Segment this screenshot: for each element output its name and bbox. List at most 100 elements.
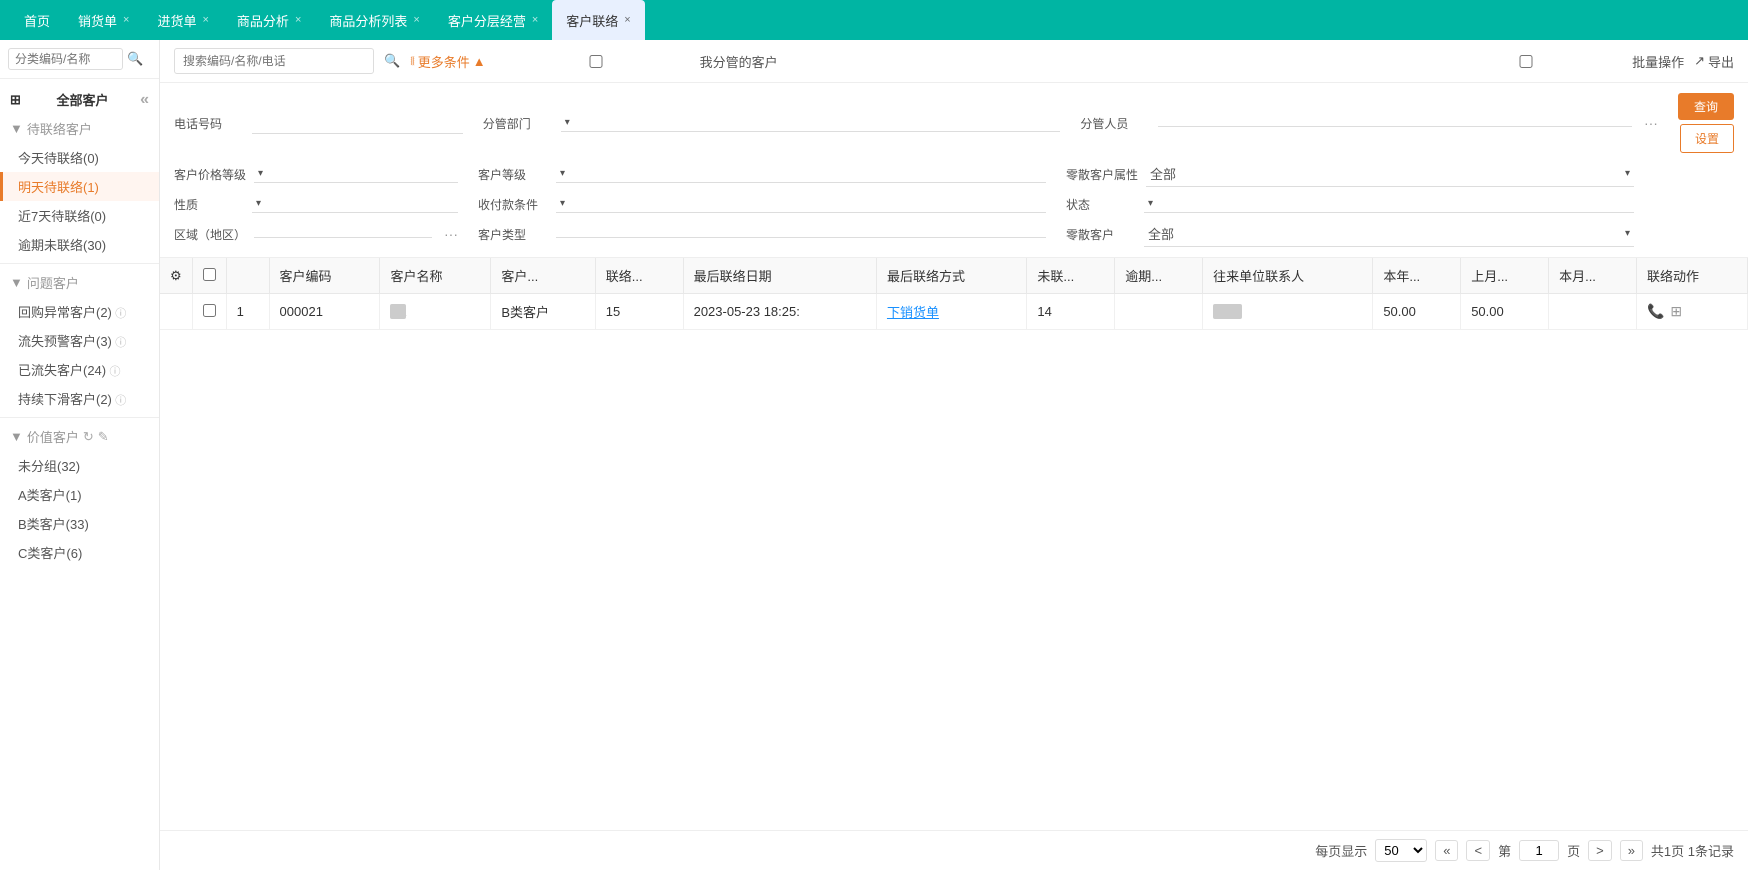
sidebar-item-repurchase-anomaly[interactable]: 回购异常客户(2) ⓘ — [0, 297, 159, 326]
customer-level-select[interactable] — [556, 165, 1046, 183]
status-select[interactable] — [1144, 195, 1634, 213]
search-btn-icon[interactable]: 🔍 — [384, 53, 400, 69]
th-customer-name[interactable]: 客户名称 — [380, 258, 491, 294]
nature-field: 性质 — [174, 195, 458, 213]
customer-level-field: 客户等级 — [478, 165, 1046, 183]
td-action: 📞 ⊞ — [1636, 294, 1747, 330]
pagination: 每页显示 50 100 200 « < 第 页 > » 共1页 1条记录 — [160, 830, 1748, 870]
query-button[interactable]: 查询 — [1678, 93, 1734, 120]
sidebar-item-today[interactable]: 今天待联络(0) — [0, 143, 159, 172]
export-btn[interactable]: ↗ 导出 — [1694, 52, 1734, 71]
per-page-select[interactable]: 50 100 200 — [1375, 839, 1427, 862]
th-last-month[interactable]: 上月... — [1461, 258, 1549, 294]
th-settings[interactable]: ⚙ — [160, 258, 192, 294]
nature-select[interactable] — [252, 195, 458, 213]
batch-checkbox[interactable] — [1426, 55, 1626, 68]
retail-attr-select[interactable]: 全部 — [1146, 161, 1634, 187]
close-customer-contact[interactable]: × — [624, 14, 630, 26]
th-this-year[interactable]: 本年... — [1373, 258, 1461, 294]
close-purchase-order[interactable]: × — [202, 14, 208, 26]
close-product-analysis[interactable]: × — [295, 14, 301, 26]
customer-type-field: 客户类型 — [478, 226, 1046, 243]
nav-customer-tier[interactable]: 客户分层经营 × — [434, 0, 552, 40]
last-page-btn[interactable]: » — [1620, 840, 1643, 861]
sidebar-item-declining[interactable]: 持续下滑客户(2) ⓘ — [0, 384, 159, 413]
triangle-icon: ▼ — [10, 121, 23, 136]
search-input[interactable] — [174, 48, 374, 74]
nav-product-analysis[interactable]: 商品分析 × — [223, 0, 315, 40]
region-more-icon[interactable]: ··· — [444, 226, 458, 242]
nav-purchase-order[interactable]: 进货单 × — [143, 0, 222, 40]
sidebar-item-class-b[interactable]: B类客户(33) — [0, 509, 159, 538]
customer-type-select[interactable] — [556, 231, 1046, 238]
grid-action-icon[interactable]: ⊞ — [1670, 303, 1682, 320]
status-field: 状态 — [1066, 195, 1634, 213]
my-customers-checkbox-label[interactable]: 我分管的客户 — [496, 52, 778, 71]
th-not-contacted[interactable]: 未联... — [1027, 258, 1115, 294]
more-conditions-btn[interactable]: ⧛ 更多条件 ▲ — [410, 52, 485, 71]
nav-customer-contact[interactable]: 客户联络 × — [552, 0, 644, 40]
sidebar-item-churn-risk[interactable]: 流失预警客户(3) ⓘ — [0, 326, 159, 355]
td-contact-count: 15 — [595, 294, 683, 330]
th-this-month[interactable]: 本月... — [1549, 258, 1637, 294]
td-customer-name: Ea — [380, 294, 491, 330]
all-customers-label: 全部客户 — [56, 90, 108, 109]
manager-more-icon[interactable]: ··· — [1644, 115, 1658, 131]
table-header-row: ⚙ 客户编码 客户名称 客户... — [160, 258, 1748, 294]
settings-button[interactable]: 设置 — [1680, 124, 1734, 153]
all-customers-header[interactable]: ⊞ 全部客户 « — [0, 85, 159, 114]
sidebar-search-input[interactable] — [8, 48, 123, 70]
th-seq — [226, 258, 269, 294]
region-select[interactable] — [254, 231, 432, 238]
row-checkbox[interactable] — [203, 304, 216, 317]
th-last-contact-method[interactable]: 最后联络方式 — [876, 258, 1026, 294]
table-container: ⚙ 客户编码 客户名称 客户... — [160, 258, 1748, 830]
phone-action-icon[interactable]: 📞 — [1647, 303, 1664, 320]
price-level-select[interactable] — [254, 165, 458, 183]
edit-icon[interactable]: ✎ — [98, 429, 109, 445]
phone-input[interactable] — [252, 113, 463, 134]
sidebar-item-class-c[interactable]: C类客户(6) — [0, 538, 159, 567]
nav-home[interactable]: 首页 — [10, 0, 64, 40]
refresh-icon[interactable]: ↻ — [83, 429, 94, 445]
th-contact-count[interactable]: 联络... — [595, 258, 683, 294]
next-page-btn[interactable]: > — [1588, 840, 1612, 861]
td-last-contact-method[interactable]: 下销货单 — [876, 294, 1026, 330]
batch-operation-btn[interactable]: 批量操作 — [1426, 52, 1684, 71]
sidebar-search-icon[interactable]: 🔍 — [127, 51, 143, 67]
region-field: 区域（地区） ··· — [174, 226, 458, 243]
page-number-input[interactable] — [1519, 840, 1559, 861]
sidebar-item-7days[interactable]: 近7天待联络(0) — [0, 201, 159, 230]
retail-customer-label: 零散客户 — [1066, 226, 1136, 243]
sidebar-item-tomorrow[interactable]: 明天待联络(1) — [0, 172, 159, 201]
first-page-btn[interactable]: « — [1435, 840, 1458, 861]
th-overdue[interactable]: 逾期... — [1115, 258, 1203, 294]
th-customer-type[interactable]: 客户... — [491, 258, 595, 294]
sidebar-item-lost[interactable]: 已流失客户(24) ⓘ — [0, 355, 159, 384]
retail-customer-select[interactable]: 全部 — [1144, 221, 1634, 247]
td-customer-code[interactable]: 000021 — [269, 294, 380, 330]
nav-sales-order[interactable]: 销货单 × — [64, 0, 143, 40]
triangle-icon-value: ▼ — [10, 429, 23, 444]
close-customer-tier[interactable]: × — [532, 14, 538, 26]
nav-product-analysis-list[interactable]: 商品分析列表 × — [315, 0, 433, 40]
th-contact-person[interactable]: 往来单位联系人 — [1203, 258, 1373, 294]
payment-select[interactable] — [556, 195, 1046, 213]
prev-page-btn[interactable]: < — [1466, 840, 1490, 861]
dept-select[interactable] — [561, 114, 1061, 132]
my-customers-checkbox[interactable] — [496, 55, 696, 68]
sidebar-item-ungrouped[interactable]: 未分组(32) — [0, 451, 159, 480]
close-sales-order[interactable]: × — [123, 14, 129, 26]
manager-select[interactable] — [1158, 120, 1632, 127]
close-product-analysis-list[interactable]: × — [413, 14, 419, 26]
advanced-filter-panel: 电话号码 分管部门 分管人员 ··· 查询 设置 — [160, 83, 1748, 258]
collapse-icon[interactable]: « — [140, 91, 149, 109]
adv-row-4: 区域（地区） ··· 客户类型 零散客户 全部 — [174, 221, 1734, 247]
th-last-contact-date[interactable]: 最后联络日期 — [683, 258, 876, 294]
sidebar-item-overdue[interactable]: 逾期未联络(30) — [0, 230, 159, 259]
th-customer-code[interactable]: 客户编码 — [269, 258, 380, 294]
total-records: 共1页 1条记录 — [1651, 841, 1734, 860]
sidebar-item-class-a[interactable]: A类客户(1) — [0, 480, 159, 509]
sidebar: 🔍 ⊞ 全部客户 « ▼ 待联络客户 今天待联络(0) 明天待联络(1) 近7天… — [0, 40, 160, 870]
select-all-checkbox[interactable] — [203, 268, 216, 281]
